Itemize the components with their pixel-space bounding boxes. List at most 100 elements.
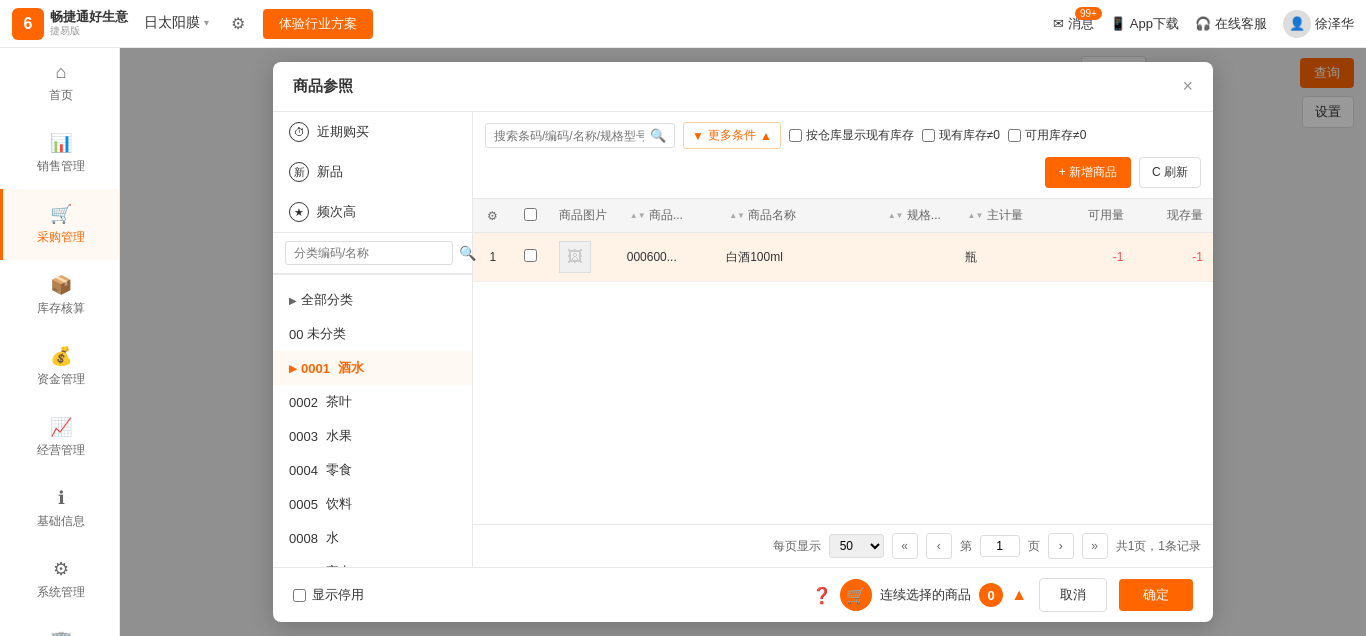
cart-icon[interactable]: 🛒 [840, 579, 872, 611]
message-badge: 99+ [1075, 7, 1102, 20]
category-search: 🔍 [273, 233, 472, 274]
logo-icon: 6 [12, 8, 44, 40]
sidebar-item-system[interactable]: ⚙ 系统管理 [0, 544, 119, 615]
chk-warehouse[interactable]: 按仓库显示现有库存 [789, 127, 914, 144]
category-item-0001[interactable]: ▶ 0001 酒水 [273, 351, 472, 385]
search-input[interactable] [494, 129, 644, 143]
category-item-0003[interactable]: 0003 水果 [273, 419, 472, 453]
category-item-0010[interactable]: 0010 家电 [273, 555, 472, 567]
page-first-button[interactable]: « [892, 533, 918, 559]
app-download-nav[interactable]: 📱 App下载 [1110, 15, 1179, 33]
row-checkbox[interactable] [524, 249, 537, 262]
product-table: ⚙ 商品图片 [473, 199, 1213, 282]
product-code: 000600... [617, 233, 716, 282]
message-icon: ✉ [1053, 16, 1064, 31]
new-icon: 新 [289, 162, 309, 182]
add-product-button[interactable]: + 新增商品 [1045, 157, 1131, 188]
page-next-button[interactable]: › [1048, 533, 1074, 559]
cart-count: 0 [979, 583, 1003, 607]
filter-button[interactable]: ▼ 更多条件 ▲ [683, 122, 781, 149]
customer-service-nav[interactable]: 🎧 在线客服 [1195, 15, 1267, 33]
app-name: 畅捷通好生意 [50, 9, 128, 25]
sort-arrows: ▲▼ [630, 211, 646, 220]
new-product-item[interactable]: 新 新品 [273, 152, 472, 192]
recent-purchase-item[interactable]: ⏱ 近期购买 [273, 112, 472, 152]
sidebar-item-sales[interactable]: 📊 销售管理 [0, 118, 119, 189]
category-item-0004[interactable]: 0004 零食 [273, 453, 472, 487]
frequent-item[interactable]: ★ 频次高 [273, 192, 472, 232]
category-item-0002[interactable]: 0002 茶叶 [273, 385, 472, 419]
chk-stock-nonzero[interactable]: 现有库存≠0 [922, 127, 1000, 144]
product-image: 🖼 [559, 241, 591, 273]
table-head: ⚙ 商品图片 [473, 199, 1213, 233]
cta-button[interactable]: 体验行业方案 [263, 9, 373, 39]
modal-footer: 显示停用 ❓ 🛒 连续选择的商品 0 ▲ 取消 确定 [273, 567, 1213, 622]
show-disabled-checkbox[interactable]: 显示停用 [293, 586, 364, 604]
table-row[interactable]: 1 🖼 000600... 白酒100ml [473, 233, 1213, 282]
chk-avail-nonzero[interactable]: 可用库存≠0 [1008, 127, 1086, 144]
modal-overlay: 商品参照 × ⏱ 近期购买 新 新品 [120, 48, 1366, 636]
top-nav: 6 畅捷通好生意 捷易版 日太阳膜 ▾ ⚙ 体验行业方案 ✉ 消息 99+ 📱 … [0, 0, 1366, 48]
user-profile[interactable]: 👤 徐泽华 [1283, 10, 1354, 38]
nav-dropdown[interactable]: 日太阳膜 ▾ [132, 0, 221, 48]
category-item-0008[interactable]: 0008 水 [273, 521, 472, 555]
collapse-up-icon[interactable]: ▲ [1011, 586, 1027, 604]
gear-icon[interactable]: ⚙ [221, 14, 255, 33]
product-avail: -1 [1034, 233, 1133, 282]
per-page-select[interactable]: 50 100 [829, 534, 884, 558]
right-panel: 🔍 ▼ 更多条件 ▲ 按仓库显示现有库存 [473, 112, 1213, 567]
purchase-icon: 🛒 [50, 203, 72, 225]
sidebar-item-purchase[interactable]: 🛒 采购管理 [0, 189, 119, 260]
modal-body: ⏱ 近期购买 新 新品 ★ 频次高 [273, 112, 1213, 567]
sidebar-item-home[interactable]: ⌂ 首页 [0, 48, 119, 118]
sidebar-item-basic[interactable]: ℹ 基础信息 [0, 473, 119, 544]
sidebar-item-finance[interactable]: 💰 资金管理 [0, 331, 119, 402]
select-all-checkbox[interactable] [524, 208, 537, 221]
inventory-icon: 📦 [50, 274, 72, 296]
product-stock: -1 [1134, 233, 1214, 282]
category-item-00[interactable]: 00 未分类 [273, 317, 472, 351]
sort-arrows-unit: ▲▼ [968, 211, 984, 220]
sidebar: ⌂ 首页 📊 销售管理 🛒 采购管理 📦 库存核算 💰 资金管理 📈 经营管理 … [0, 48, 120, 636]
system-icon: ⚙ [53, 558, 69, 580]
nav-right: ✉ 消息 99+ 📱 App下载 🎧 在线客服 👤 徐泽华 [1053, 10, 1354, 38]
modal-header: 商品参照 × [273, 62, 1213, 112]
headset-icon: 🎧 [1195, 16, 1211, 31]
help-icon[interactable]: ❓ [812, 586, 832, 605]
phone-icon: 📱 [1110, 16, 1126, 31]
avatar: 👤 [1283, 10, 1311, 38]
cart-area: ❓ 🛒 连续选择的商品 0 ▲ [812, 579, 1027, 611]
finance-icon: 💰 [50, 345, 72, 367]
cancel-button[interactable]: 取消 [1039, 578, 1107, 612]
toolbar-right: + 新增商品 C 刷新 [1045, 157, 1201, 188]
star-icon: ★ [289, 202, 309, 222]
page-prev-button[interactable]: ‹ [926, 533, 952, 559]
page-last-button[interactable]: » [1082, 533, 1108, 559]
modal-title: 商品参照 [293, 77, 353, 96]
sidebar-item-operations[interactable]: 📈 经营管理 [0, 402, 119, 473]
sort-arrows-spec: ▲▼ [888, 211, 904, 220]
filter-icon: ▼ [692, 129, 704, 143]
app-sub: 捷易版 [50, 24, 128, 38]
page-input[interactable] [980, 535, 1020, 557]
product-modal: 商品参照 × ⏱ 近期购买 新 新品 [273, 62, 1213, 622]
page-info: 共1页，1条记录 [1116, 538, 1201, 555]
sidebar-item-inventory[interactable]: 📦 库存核算 [0, 260, 119, 331]
category-item-0005[interactable]: 0005 饮料 [273, 487, 472, 521]
sidebar-item-enterprise[interactable]: 🏢 企业协同 [0, 615, 119, 636]
close-icon[interactable]: × [1182, 76, 1193, 97]
home-icon: ⌂ [56, 62, 67, 83]
search-icon: 🔍 [650, 128, 666, 143]
category-all[interactable]: ▶ 全部分类 [273, 283, 472, 317]
search-icon[interactable]: 🔍 [459, 245, 476, 261]
table-settings-icon[interactable]: ⚙ [487, 209, 498, 223]
category-search-input[interactable] [285, 241, 453, 265]
refresh-button[interactable]: C 刷新 [1139, 157, 1201, 188]
main-layout: ⌂ 首页 📊 销售管理 🛒 采购管理 📦 库存核算 💰 资金管理 📈 经营管理 … [0, 48, 1366, 636]
row-num: 1 [473, 233, 513, 282]
active-triangle-icon: ▶ [289, 363, 297, 374]
confirm-button[interactable]: 确定 [1119, 579, 1193, 611]
chevron-up-icon: ▲ [760, 129, 772, 143]
basic-icon: ℹ [58, 487, 65, 509]
messages-nav[interactable]: ✉ 消息 99+ [1053, 15, 1094, 33]
